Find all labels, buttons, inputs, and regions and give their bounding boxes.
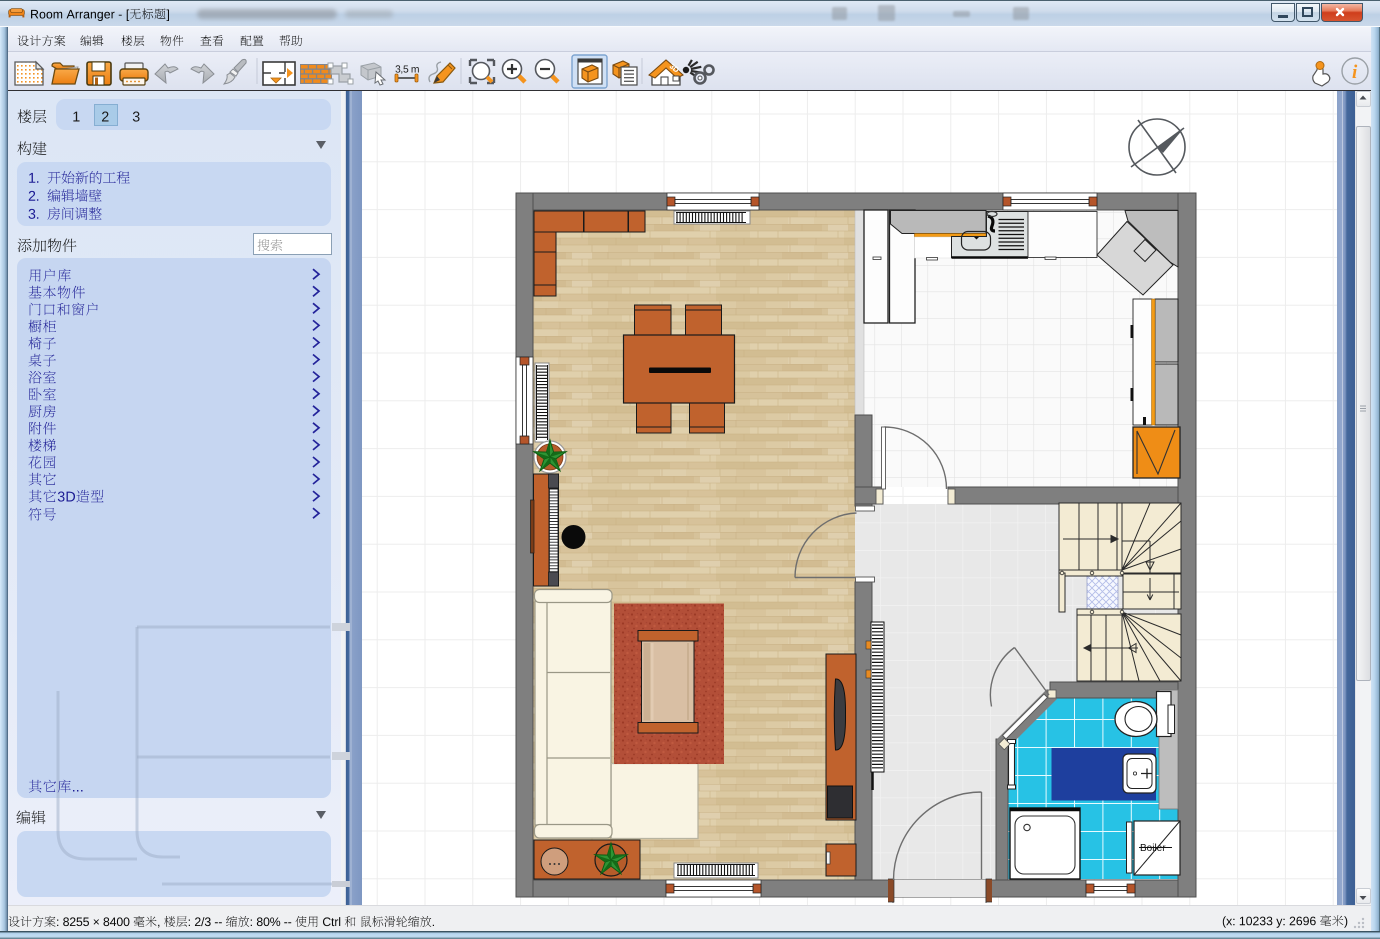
svg-text:i: i bbox=[1352, 62, 1358, 83]
svg-text:Boiler: Boiler bbox=[1140, 843, 1166, 854]
